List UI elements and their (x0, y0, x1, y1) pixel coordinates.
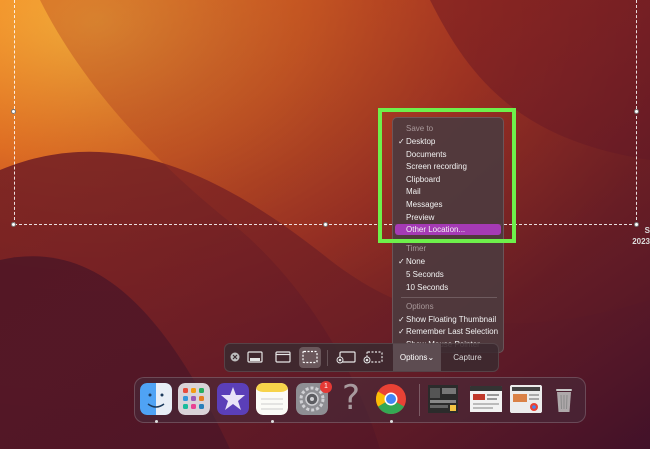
menu-item-label: 5 Seconds (406, 270, 444, 279)
chevron-down-icon: ⌄ (427, 353, 435, 362)
capture-selection-area[interactable] (14, 0, 637, 225)
document-stack-icon[interactable] (509, 383, 543, 415)
menu-item-label: Show Floating Thumbnail (406, 315, 497, 324)
timer-header: Timer (406, 244, 427, 253)
highlight-annotation-box (378, 108, 516, 243)
running-indicator (271, 420, 274, 423)
selection-handle-bottom[interactable] (323, 222, 328, 227)
options-button[interactable]: Options⌄ (393, 344, 441, 371)
notification-badge: 1 (320, 381, 332, 393)
options-button-label: Options (399, 353, 428, 362)
options-header: Options (406, 302, 434, 311)
close-icon[interactable] (230, 352, 240, 362)
launchpad-icon[interactable] (178, 383, 210, 415)
question-mark-icon[interactable]: ? (335, 380, 367, 416)
capture-selection-icon (302, 350, 318, 364)
capture-button[interactable]: Capture (444, 344, 491, 371)
menu-item-timer-10[interactable]: 10 Seconds (395, 282, 501, 293)
downloads-stack-icon[interactable] (426, 383, 460, 415)
menu-item-label: None (406, 257, 426, 266)
running-indicator (390, 420, 393, 423)
trash-icon[interactable] (548, 383, 580, 415)
running-indicator (155, 420, 158, 423)
dock-divider (419, 384, 420, 416)
menu-item-label: Remember Last Selection (406, 327, 499, 336)
selection-handle-bottom-left[interactable] (11, 222, 16, 227)
desktop-file-label-2: 2023 (632, 237, 650, 246)
capture-entire-screen-icon[interactable] (247, 350, 263, 364)
screenshot-toolbar: Options⌄ Capture (224, 343, 499, 372)
record-entire-screen-icon[interactable] (336, 350, 356, 364)
selection-handle-bottom-right[interactable] (634, 222, 639, 227)
check-icon: ✓ (398, 315, 405, 324)
dock: 1 ? (134, 377, 586, 423)
check-icon: ✓ (398, 327, 405, 336)
record-selection-icon[interactable] (363, 350, 383, 364)
selection-handle-left[interactable] (11, 109, 16, 114)
screenshot-thumbnail-icon[interactable] (469, 383, 503, 415)
check-icon: ✓ (398, 257, 405, 266)
toolbar-divider (327, 350, 328, 366)
chrome-icon[interactable] (375, 383, 407, 415)
imovie-icon[interactable] (217, 383, 249, 415)
menu-separator (401, 297, 497, 298)
menu-item-label: 10 Seconds (406, 283, 449, 292)
menu-item-timer-none[interactable]: ✓ None (395, 256, 501, 267)
desktop-file-label-1: S (644, 226, 650, 235)
menu-item-timer-5[interactable]: 5 Seconds (395, 269, 501, 280)
capture-window-icon[interactable] (275, 350, 291, 364)
menu-item-remember-last-selection[interactable]: ✓ Remember Last Selection (395, 326, 501, 337)
capture-selection-button[interactable] (299, 347, 321, 368)
notes-icon[interactable] (256, 383, 288, 415)
finder-icon[interactable] (140, 383, 172, 415)
selection-handle-right[interactable] (634, 109, 639, 114)
menu-item-show-floating-thumbnail[interactable]: ✓ Show Floating Thumbnail (395, 314, 501, 325)
